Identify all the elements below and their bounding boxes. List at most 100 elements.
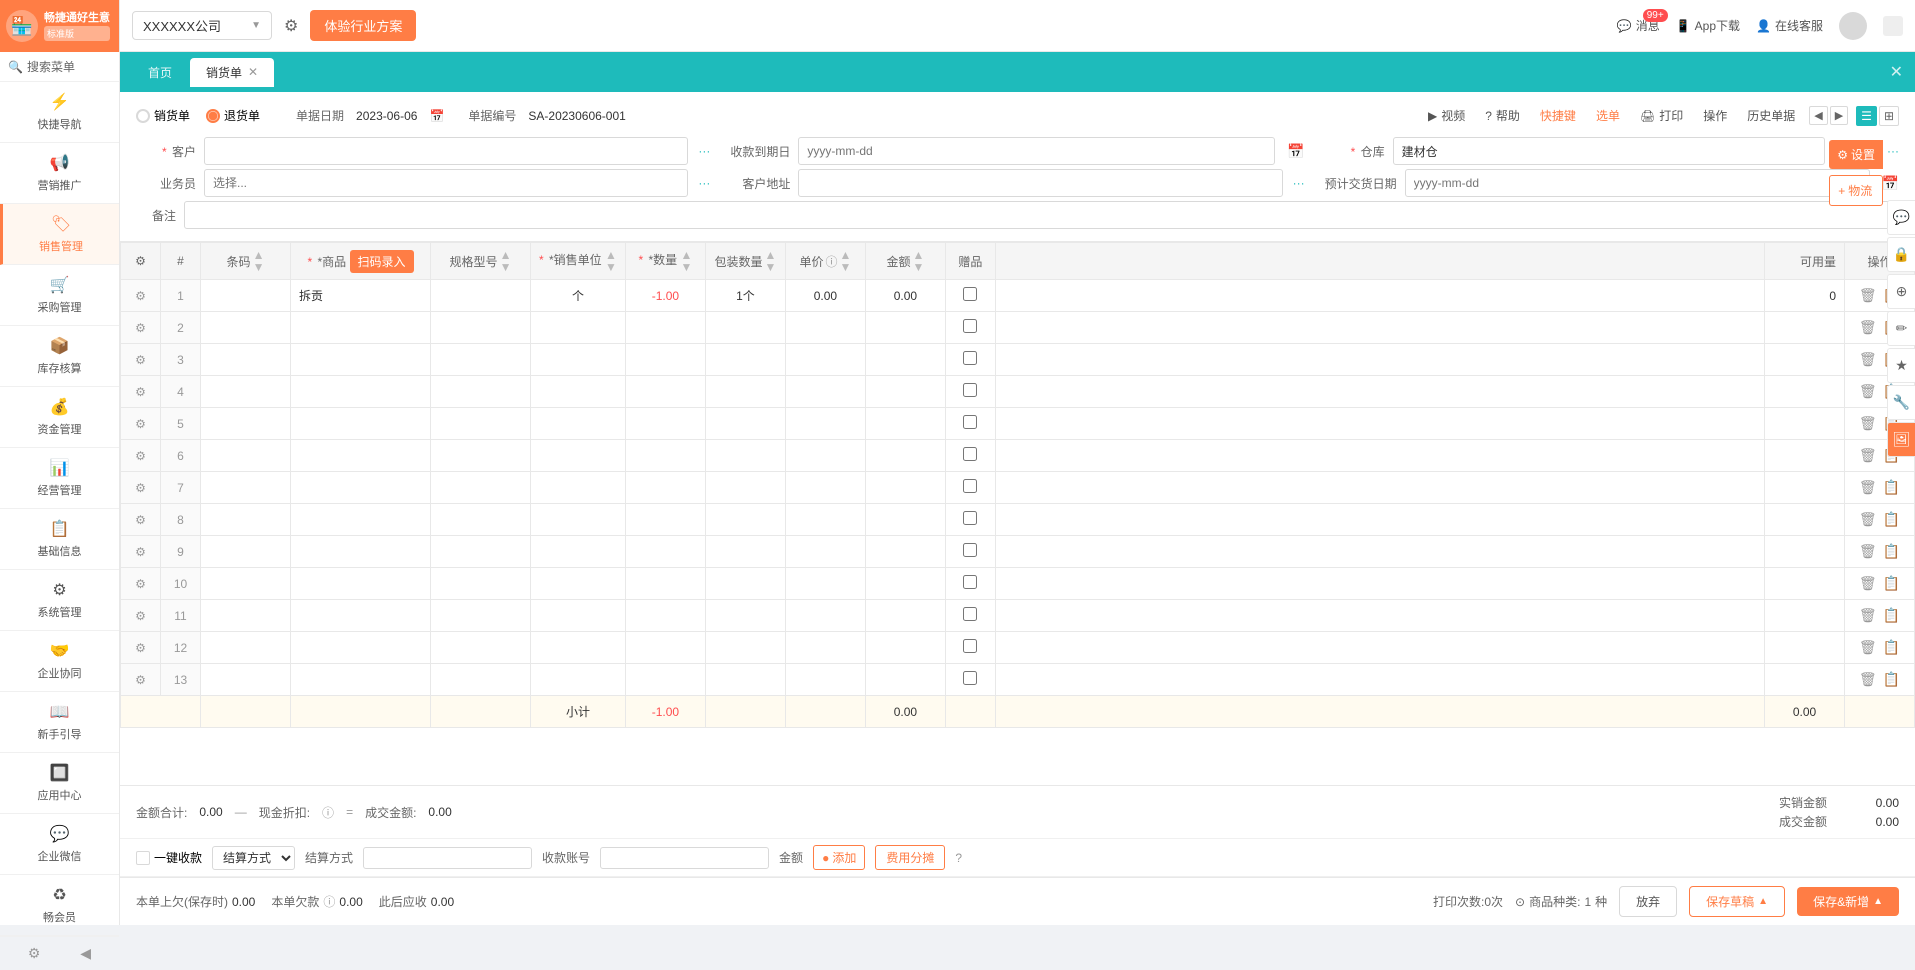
row-price-6[interactable]	[785, 472, 865, 504]
save-draft-button[interactable]: 保存草稿 ▲	[1689, 886, 1785, 917]
discount-info-icon[interactable]: ⓘ	[322, 804, 334, 821]
row-gift-6[interactable]	[945, 472, 995, 504]
right-sidebar-star-icon[interactable]: ★	[1887, 348, 1915, 383]
action-select[interactable]: 选单	[1590, 104, 1626, 127]
sidebar-settings-icon[interactable]: ⚙	[28, 945, 41, 962]
sidebar-item-wechat[interactable]: 💬 企业微信	[0, 814, 119, 875]
salesperson-input[interactable]	[204, 169, 688, 197]
row-product-10[interactable]	[291, 600, 431, 632]
row-price-7[interactable]	[785, 504, 865, 536]
row-price-0[interactable]: 0.00	[785, 280, 865, 312]
right-sidebar-chat-icon[interactable]: 💬	[1887, 200, 1915, 235]
row-delete-icon-8[interactable]: 🗑	[1859, 543, 1877, 560]
row-delete-icon-11[interactable]: 🗑	[1859, 639, 1877, 656]
action-video[interactable]: ▶ 视频	[1422, 104, 1471, 127]
row-price-1[interactable]	[785, 312, 865, 344]
row-qty-3[interactable]	[625, 376, 705, 408]
row-delete-icon-1[interactable]: 🗑	[1859, 319, 1877, 336]
row-delete-icon-0[interactable]: 🗑	[1859, 287, 1877, 304]
row-gift-4[interactable]	[945, 408, 995, 440]
row-copy-icon-10[interactable]: 📋	[1883, 607, 1900, 624]
right-sidebar-lock-icon[interactable]: 🔒	[1887, 237, 1915, 272]
topbar-gear-icon[interactable]: ⚙	[280, 12, 302, 40]
app-download-button[interactable]: 📱 App下载	[1676, 17, 1740, 34]
row-qty-9[interactable]	[625, 568, 705, 600]
row-product-4[interactable]	[291, 408, 431, 440]
row-price-11[interactable]	[785, 632, 865, 664]
row-gift-0[interactable]	[945, 280, 995, 312]
row-price-2[interactable]	[785, 344, 865, 376]
payment-method-select[interactable]: 结算方式	[212, 846, 295, 870]
payment-help-icon[interactable]: ?	[955, 851, 962, 865]
notes-input[interactable]	[184, 201, 1899, 229]
row-gift-8[interactable]	[945, 536, 995, 568]
row-qty-11[interactable]	[625, 632, 705, 664]
action-shortcut[interactable]: 快捷键	[1534, 104, 1582, 127]
expense-split-button[interactable]: 费用分摊	[875, 845, 945, 870]
row-delete-icon-9[interactable]: 🗑	[1859, 575, 1877, 592]
row-qty-10[interactable]	[625, 600, 705, 632]
warehouse-input[interactable]	[1393, 137, 1825, 165]
row-product-2[interactable]	[291, 344, 431, 376]
sidebar-item-sales[interactable]: 🏷 销售管理	[0, 204, 119, 265]
row-product-6[interactable]	[291, 472, 431, 504]
radio-sales-order[interactable]: 销货单	[136, 107, 190, 124]
add-payment-button[interactable]: ● 添加	[813, 845, 865, 870]
action-print[interactable]: 🖨 打印	[1634, 104, 1689, 127]
row-gift-10[interactable]	[945, 600, 995, 632]
expected-delivery-input[interactable]	[1405, 169, 1870, 197]
row-price-12[interactable]	[785, 664, 865, 696]
sidebar-item-quick-nav[interactable]: ⚡ 快捷导航	[0, 82, 119, 143]
row-copy-icon-9[interactable]: 📋	[1883, 575, 1900, 592]
close-all-tabs-icon[interactable]: ✕	[1890, 62, 1903, 82]
row-gift-1[interactable]	[945, 312, 995, 344]
sidebar-item-apps[interactable]: 🔲 应用中心	[0, 753, 119, 814]
nav-prev-icon[interactable]: ◀	[1809, 106, 1827, 125]
sidebar-item-purchase[interactable]: 🛒 采购管理	[0, 265, 119, 326]
row-product-11[interactable]	[291, 632, 431, 664]
abandon-button[interactable]: 放弃	[1619, 886, 1677, 917]
row-product-0[interactable]: 拆贡	[291, 280, 431, 312]
sidebar-item-marketing[interactable]: 📢 营销推广	[0, 143, 119, 204]
receive-date-input[interactable]	[798, 137, 1275, 165]
sidebar-collapse-icon[interactable]: ◀	[80, 945, 91, 962]
customer-addr-more-icon[interactable]: ···	[1293, 176, 1305, 190]
row-qty-1[interactable]	[625, 312, 705, 344]
th-settings[interactable]: ⚙	[121, 243, 161, 280]
company-selector[interactable]: XXXXXX公司 ▼	[132, 11, 272, 40]
row-price-5[interactable]	[785, 440, 865, 472]
row-qty-7[interactable]	[625, 504, 705, 536]
action-history[interactable]: 历史单据	[1741, 104, 1801, 127]
product-type-info[interactable]: ⊙ 商品种类: 1 种	[1515, 893, 1607, 910]
total-owe-info-icon[interactable]: ⓘ	[323, 893, 335, 910]
online-service-button[interactable]: 👤 在线客服	[1756, 17, 1823, 34]
row-gift-2[interactable]	[945, 344, 995, 376]
row-copy-icon-11[interactable]: 📋	[1883, 639, 1900, 656]
row-product-12[interactable]	[291, 664, 431, 696]
row-delete-icon-7[interactable]: 🗑	[1859, 511, 1877, 528]
row-gift-3[interactable]	[945, 376, 995, 408]
right-sidebar-image-icon[interactable]: 🖼	[1887, 422, 1915, 457]
row-product-8[interactable]	[291, 536, 431, 568]
sidebar-item-basic-info[interactable]: 📋 基础信息	[0, 509, 119, 570]
row-gift-12[interactable]	[945, 664, 995, 696]
action-operate[interactable]: 操作	[1697, 104, 1733, 127]
sidebar-search[interactable]: 🔍 搜索菜单	[0, 52, 119, 82]
one-click-payment-checkbox[interactable]: 一键收款	[136, 849, 202, 866]
sidebar-item-finance[interactable]: 💰 资金管理	[0, 387, 119, 448]
scan-button[interactable]: 扫码录入	[350, 250, 414, 273]
settings-button[interactable]: ⚙ 设置	[1829, 140, 1883, 169]
row-gift-11[interactable]	[945, 632, 995, 664]
radio-return-order[interactable]: 退货单	[206, 107, 260, 124]
row-qty-4[interactable]	[625, 408, 705, 440]
sidebar-item-guide[interactable]: 📖 新手引导	[0, 692, 119, 753]
row-copy-icon-6[interactable]: 📋	[1883, 479, 1900, 496]
row-product-5[interactable]	[291, 440, 431, 472]
nav-next-icon[interactable]: ▶	[1830, 106, 1848, 125]
row-price-10[interactable]	[785, 600, 865, 632]
row-price-8[interactable]	[785, 536, 865, 568]
row-price-4[interactable]	[785, 408, 865, 440]
row-gift-9[interactable]	[945, 568, 995, 600]
row-qty-5[interactable]	[625, 440, 705, 472]
row-delete-icon-4[interactable]: 🗑	[1859, 415, 1877, 432]
